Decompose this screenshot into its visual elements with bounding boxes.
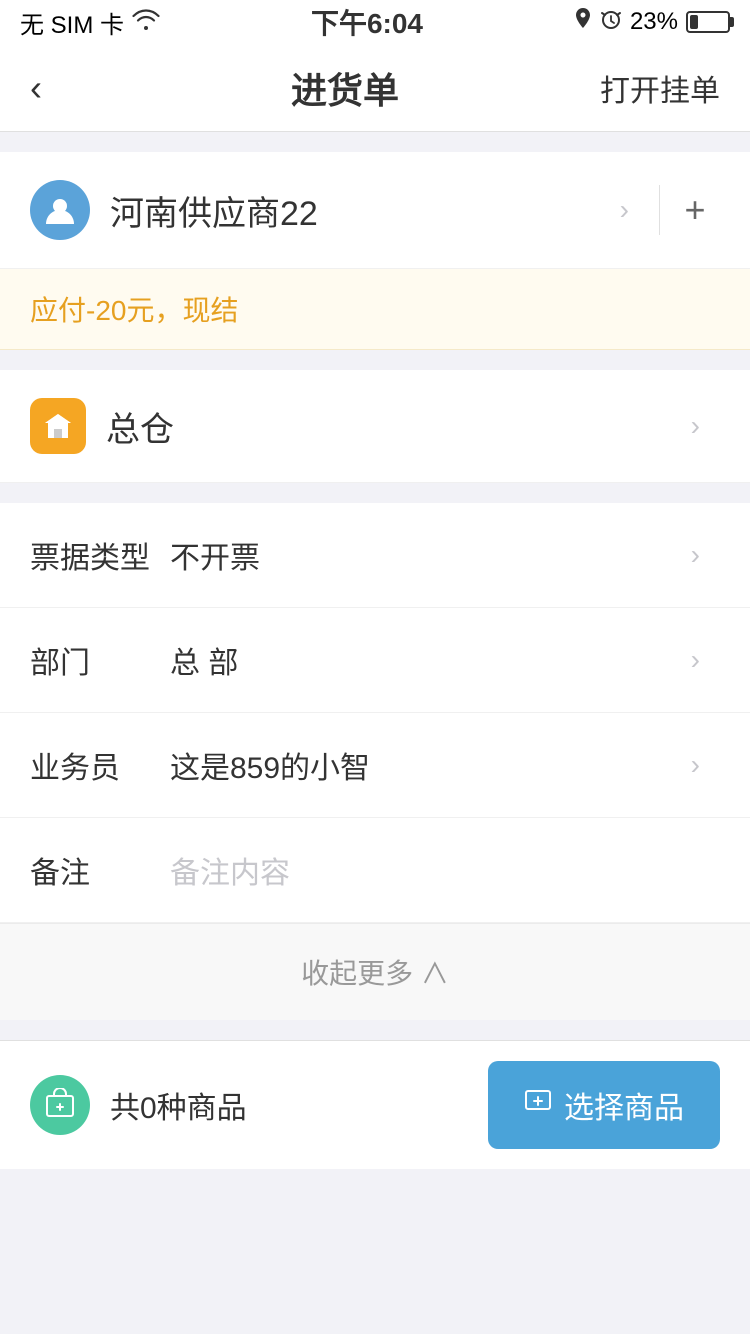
supplier-name: 河南供应商22: [110, 186, 620, 235]
invoice-type-row[interactable]: 票据类型 不开票 ›: [0, 503, 750, 608]
department-chevron-icon: ›: [691, 644, 700, 676]
supplier-chevron-icon: ›: [620, 194, 629, 226]
product-count-label: 共0种商品: [110, 1083, 468, 1127]
battery-percent-label: 23%: [630, 8, 678, 36]
invoice-type-value: 不开票: [170, 533, 691, 577]
remark-label: 备注: [30, 848, 170, 892]
divider: [659, 185, 660, 235]
select-product-icon: [524, 1087, 552, 1123]
select-product-label: 选择商品: [564, 1083, 684, 1127]
warehouse-row[interactable]: 总仓 ›: [0, 370, 750, 483]
product-icon: [30, 1075, 90, 1135]
collapse-row[interactable]: 收起更多 ∧: [0, 923, 750, 1020]
section-gap-3: [0, 483, 750, 503]
location-icon: [574, 8, 592, 36]
battery-icon: [686, 11, 730, 33]
salesperson-row[interactable]: 业务员 这是859的小智 ›: [0, 713, 750, 818]
supplier-section: 河南供应商22 › + 应付-20元，现结: [0, 152, 750, 350]
time-label: 下午6:04: [311, 2, 423, 42]
form-section: 票据类型 不开票 › 部门 总 部 › 业务员 这是859的小智 › 备注 备注…: [0, 503, 750, 1020]
warehouse-section: 总仓 ›: [0, 370, 750, 483]
main-content: 河南供应商22 › + 应付-20元，现结 总仓 ›: [0, 132, 750, 1169]
collapse-label: 收起更多 ∧: [301, 952, 449, 992]
salesperson-chevron-icon: ›: [691, 749, 700, 781]
department-label: 部门: [30, 638, 170, 682]
add-supplier-button[interactable]: +: [670, 185, 720, 235]
page-title: 进货单: [291, 62, 399, 114]
select-product-button[interactable]: 选择商品: [488, 1061, 720, 1149]
battery-fill: [690, 15, 698, 29]
notice-text: 应付-20元，现结: [30, 295, 238, 326]
section-gap-1: [0, 132, 750, 152]
status-bar-right: 23%: [574, 8, 730, 36]
status-bar: 无 SIM 卡 下午6:04 23%: [0, 0, 750, 44]
remark-row[interactable]: 备注 备注内容: [0, 818, 750, 923]
open-pending-button[interactable]: 打开挂单: [600, 66, 720, 110]
back-button[interactable]: ‹: [30, 67, 90, 109]
carrier-label: 无 SIM 卡: [20, 5, 124, 40]
department-row[interactable]: 部门 总 部 ›: [0, 608, 750, 713]
warehouse-chevron-icon: ›: [691, 410, 700, 442]
bottom-bar: 共0种商品 选择商品: [0, 1040, 750, 1169]
notice-bar: 应付-20元，现结: [0, 269, 750, 350]
supplier-avatar: [30, 180, 90, 240]
salesperson-label: 业务员: [30, 743, 170, 787]
section-gap-2: [0, 350, 750, 370]
warehouse-icon: [30, 398, 86, 454]
invoice-type-label: 票据类型: [30, 533, 170, 577]
alarm-icon: [600, 8, 622, 36]
remark-input[interactable]: 备注内容: [170, 848, 720, 892]
supplier-row[interactable]: 河南供应商22 › +: [0, 152, 750, 269]
salesperson-value: 这是859的小智: [170, 743, 691, 787]
status-bar-left: 无 SIM 卡: [20, 5, 160, 40]
nav-bar: ‹ 进货单 打开挂单: [0, 44, 750, 132]
wifi-icon: [132, 8, 160, 37]
invoice-type-chevron-icon: ›: [691, 539, 700, 571]
department-value: 总 部: [170, 638, 691, 682]
section-gap-4: [0, 1020, 750, 1040]
warehouse-name: 总仓: [106, 402, 691, 451]
